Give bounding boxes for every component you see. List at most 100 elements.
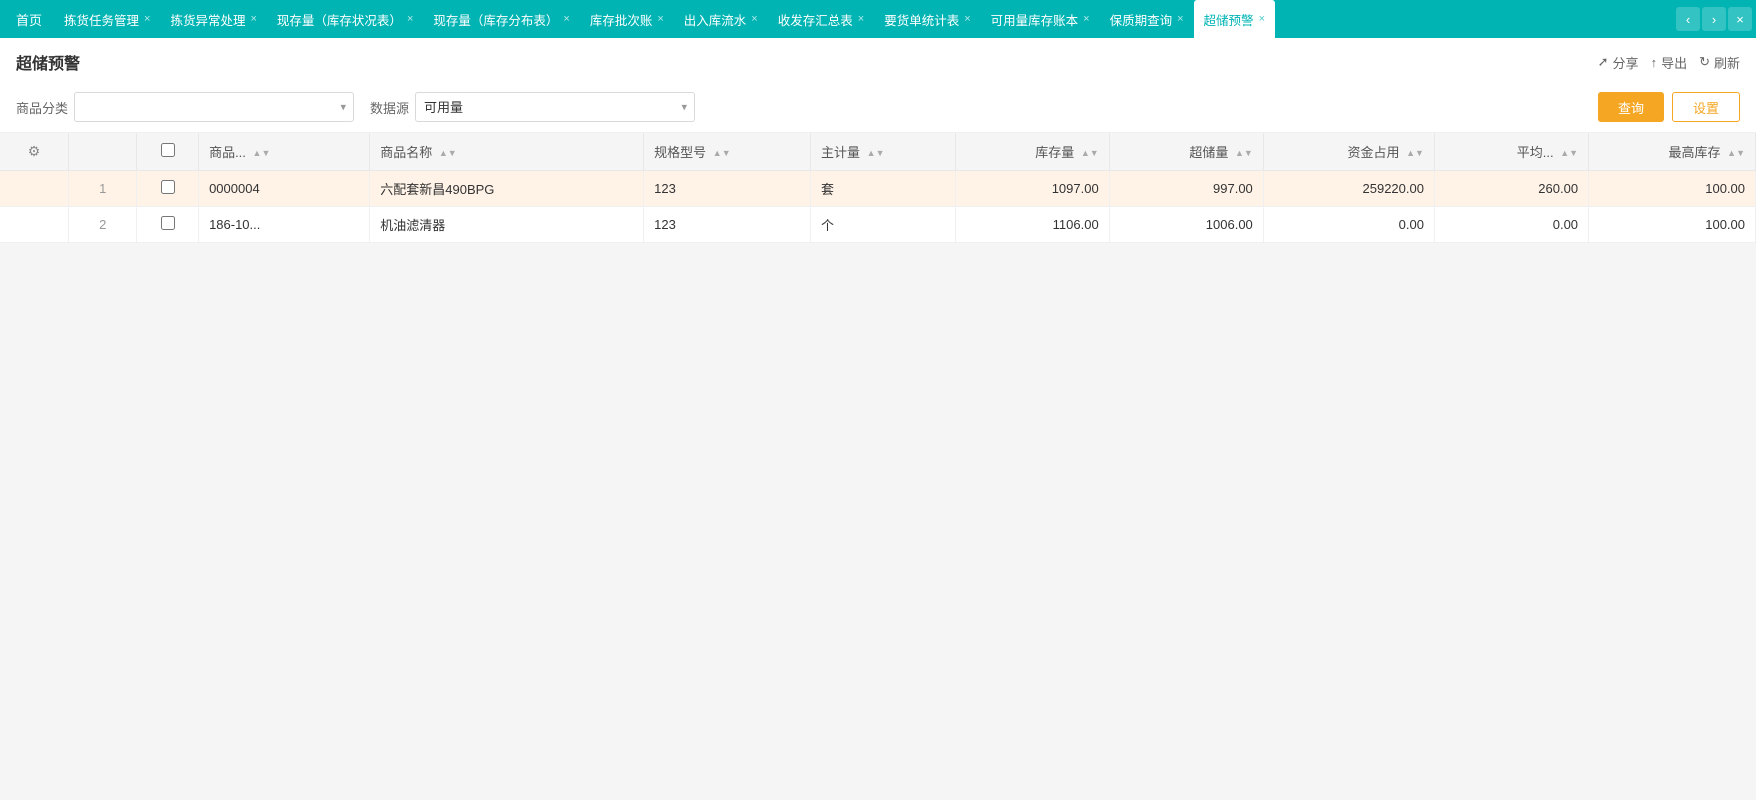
td-checkbox (137, 207, 199, 243)
th-name[interactable]: 商品名称 ▲▼ (370, 133, 644, 171)
nav-prev-button[interactable]: ‹ (1676, 7, 1700, 31)
nav-tab-baozhi[interactable]: 保质期查询 × (1100, 0, 1194, 38)
nav-next-button[interactable]: › (1702, 7, 1726, 31)
datasource-select[interactable]: 可用量 (415, 92, 695, 122)
refresh-button[interactable]: ↻ 刷新 (1699, 53, 1740, 72)
td-over: 1006.00 (1109, 207, 1263, 243)
datasource-label: 数据源 (370, 98, 409, 117)
nav-tab-keyongliang[interactable]: 可用量库存账本 × (981, 0, 1100, 38)
nav-tab-jianhuorenwu[interactable]: 拣货任务管理 × (54, 0, 160, 38)
td-spec: 123 (644, 207, 811, 243)
th-checkbox (137, 133, 199, 171)
category-select-wrapper: ▾ (74, 92, 354, 122)
category-select[interactable] (74, 92, 354, 122)
td-capital: 0.00 (1263, 207, 1434, 243)
td-code: 0000004 (199, 171, 370, 207)
data-table: ⚙ 商品... ▲▼ 商品名称 ▲▼ 规格型号 ▲▼ (0, 133, 1756, 243)
td-avg: 260.00 (1434, 171, 1588, 207)
export-icon: ↑ (1651, 55, 1658, 70)
th-spec[interactable]: 规格型号 ▲▼ (644, 133, 811, 171)
category-label: 商品分类 (16, 98, 68, 117)
table-row: 2 186-10... 机油滤清器 123 个 1106.00 1006.00 … (0, 207, 1756, 243)
td-code: 186-10... (199, 207, 370, 243)
td-unit: 套 (811, 171, 956, 207)
nav-tab-xiancunliang2[interactable]: 现存量（库存分布表） × (423, 0, 579, 38)
th-unit[interactable]: 主计量 ▲▼ (811, 133, 956, 171)
sort-icon: ▲▼ (1560, 149, 1578, 158)
nav-tab-shoufacun[interactable]: 收发存汇总表 × (768, 0, 874, 38)
td-over: 997.00 (1109, 171, 1263, 207)
filter-buttons: 查询 设置 (1598, 92, 1740, 122)
th-max[interactable]: 最高库存 ▲▼ (1589, 133, 1756, 171)
td-spec: 123 (644, 171, 811, 207)
nav-tab-yaohuo[interactable]: 要货单统计表 × (874, 0, 980, 38)
nav-tab-chaochuyujing[interactable]: 超储预警 × (1194, 0, 1275, 38)
td-checkbox (137, 171, 199, 207)
filter-row: 商品分类 ▾ 数据源 可用量 ▾ 查询 设置 (0, 82, 1756, 133)
query-button[interactable]: 查询 (1598, 92, 1664, 122)
nav-tab-xiancunliang1[interactable]: 现存量（库存状况表） × (267, 0, 423, 38)
close-icon[interactable]: × (407, 13, 413, 25)
td-row-actions (0, 171, 68, 207)
close-icon[interactable]: × (657, 13, 663, 25)
sort-icon: ▲▼ (1235, 149, 1253, 158)
setting-button[interactable]: 设置 (1672, 92, 1740, 122)
close-icon[interactable]: × (144, 13, 150, 25)
td-index: 2 (68, 207, 136, 243)
nav-tab-jianhuoyichang[interactable]: 拣货异常处理 × (160, 0, 266, 38)
page-title: 超储预警 (16, 50, 80, 74)
sort-icon: ▲▼ (1727, 149, 1745, 158)
table-header-row: ⚙ 商品... ▲▼ 商品名称 ▲▼ 规格型号 ▲▼ (0, 133, 1756, 171)
table-container: ⚙ 商品... ▲▼ 商品名称 ▲▼ 规格型号 ▲▼ (0, 133, 1756, 243)
th-capital[interactable]: 资金占用 ▲▼ (1263, 133, 1434, 171)
close-icon[interactable]: × (964, 13, 970, 25)
sort-icon: ▲▼ (253, 149, 271, 158)
nav-tab-kucunpici[interactable]: 库存批次账 × (580, 0, 674, 38)
td-index: 1 (68, 171, 136, 207)
td-stock: 1097.00 (955, 171, 1109, 207)
td-name: 六配套新昌490BPG (370, 171, 644, 207)
nav-close-button[interactable]: × (1728, 7, 1752, 31)
close-icon[interactable]: × (1083, 13, 1089, 25)
td-max: 100.00 (1589, 171, 1756, 207)
close-icon[interactable]: × (858, 13, 864, 25)
sort-icon: ▲▼ (867, 149, 885, 158)
header-actions: ➚ 分享 ↑ 导出 ↻ 刷新 (1598, 53, 1740, 72)
settings-icon[interactable]: ⚙ (28, 143, 41, 160)
select-all-checkbox[interactable] (161, 143, 175, 157)
sort-icon: ▲▼ (1406, 149, 1424, 158)
td-capital: 259220.00 (1263, 171, 1434, 207)
sort-icon: ▲▼ (1081, 149, 1099, 158)
close-icon[interactable]: × (563, 13, 569, 25)
datasource-select-wrapper: 可用量 ▾ (415, 92, 695, 122)
close-icon[interactable]: × (1259, 13, 1265, 25)
row-checkbox[interactable] (161, 180, 175, 194)
th-avg[interactable]: 平均... ▲▼ (1434, 133, 1588, 171)
td-max: 100.00 (1589, 207, 1756, 243)
th-stock[interactable]: 库存量 ▲▼ (955, 133, 1109, 171)
nav-home[interactable]: 首页 (4, 10, 54, 29)
th-over[interactable]: 超储量 ▲▼ (1109, 133, 1263, 171)
share-button[interactable]: ➚ 分享 (1598, 53, 1639, 72)
sort-icon: ▲▼ (439, 149, 457, 158)
sort-icon: ▲▼ (713, 149, 731, 158)
td-stock: 1106.00 (955, 207, 1109, 243)
row-checkbox[interactable] (161, 216, 175, 230)
share-icon: ➚ (1598, 54, 1609, 70)
table-row: 1 0000004 六配套新昌490BPG 123 套 1097.00 997.… (0, 171, 1756, 207)
export-button[interactable]: ↑ 导出 (1651, 53, 1688, 72)
th-code[interactable]: 商品... ▲▼ (199, 133, 370, 171)
datasource-filter: 数据源 可用量 ▾ (370, 92, 695, 122)
close-icon[interactable]: × (250, 13, 256, 25)
th-index (68, 133, 136, 171)
td-row-actions (0, 207, 68, 243)
top-navigation: 首页 拣货任务管理 × 拣货异常处理 × 现存量（库存状况表） × 现存量（库存… (0, 0, 1756, 38)
td-unit: 个 (811, 207, 956, 243)
td-name: 机油滤清器 (370, 207, 644, 243)
refresh-icon: ↻ (1699, 54, 1710, 70)
nav-tab-churuku[interactable]: 出入库流水 × (674, 0, 768, 38)
th-settings: ⚙ (0, 133, 68, 171)
category-filter: 商品分类 ▾ (16, 92, 354, 122)
close-icon[interactable]: × (751, 13, 757, 25)
close-icon[interactable]: × (1177, 13, 1183, 25)
